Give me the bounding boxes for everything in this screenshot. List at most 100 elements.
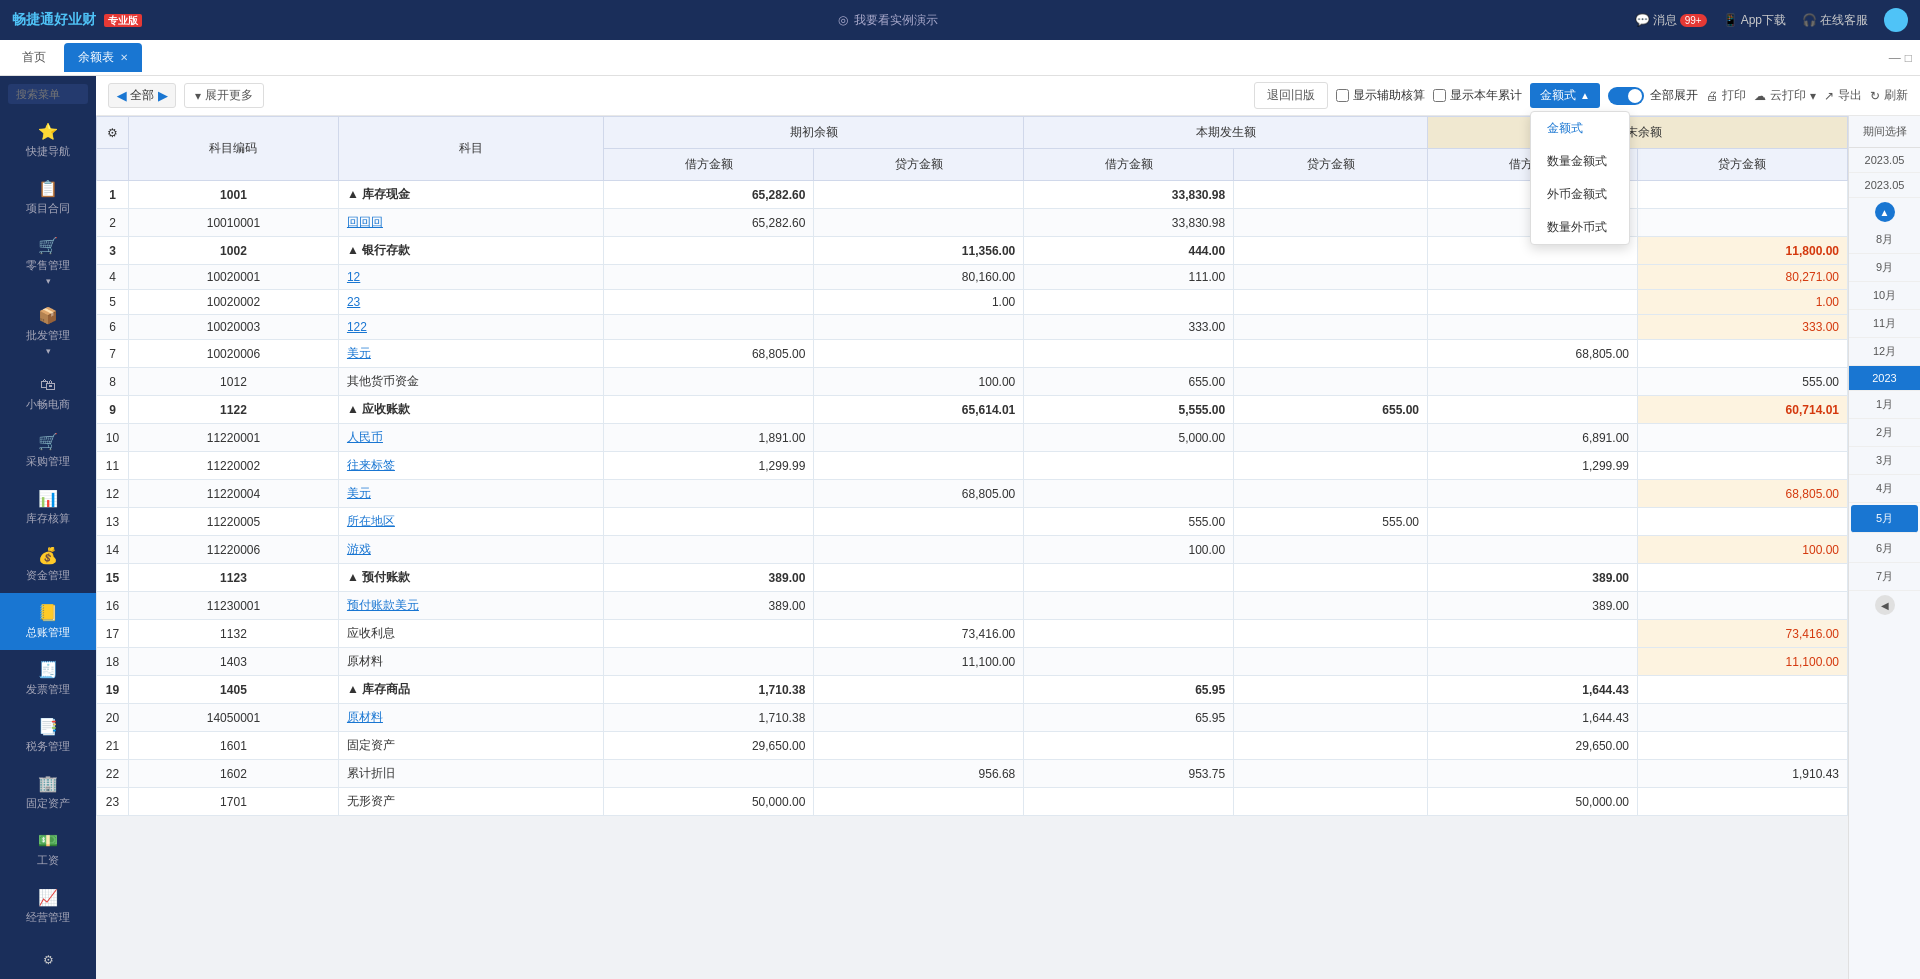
- assets-icon: 🏢: [38, 774, 58, 793]
- period-11[interactable]: 11月: [1849, 310, 1920, 338]
- table-row-cur-credit: [1234, 704, 1428, 732]
- sidebar-item-assets[interactable]: 🏢 固定资产: [0, 764, 96, 821]
- period-2023-05-1[interactable]: 2023.05: [1849, 148, 1920, 173]
- show-auxiliary-check[interactable]: 显示辅助核算: [1336, 87, 1425, 104]
- sidebar-item-inventory[interactable]: 📊 库存核算: [0, 479, 96, 536]
- demo-link[interactable]: ◎ 我要看实例演示: [838, 12, 938, 29]
- minimize-icon[interactable]: —: [1889, 51, 1901, 65]
- period-2023-05-2[interactable]: 2023.05: [1849, 173, 1920, 198]
- col-begin-debit-header: 借方金额: [604, 149, 814, 181]
- sidebar-item-retail[interactable]: 🛒 零售管理 ▾: [0, 226, 96, 296]
- table-row-num: 22: [97, 760, 129, 788]
- period-1[interactable]: 1月: [1849, 391, 1920, 419]
- table-row-code: 10020003: [129, 315, 339, 340]
- table-row-subject[interactable]: 所在地区: [338, 508, 603, 536]
- search-input[interactable]: [8, 84, 88, 104]
- period-7[interactable]: 7月: [1849, 563, 1920, 591]
- table-row-code: 1122: [129, 396, 339, 424]
- table-row-subject[interactable]: 人民币: [338, 424, 603, 452]
- tab-balance-sheet[interactable]: 余额表 ✕: [64, 43, 142, 72]
- tab-close-icon[interactable]: ✕: [120, 52, 128, 63]
- sidebar-item-quicknav[interactable]: ⭐ 快捷导航: [0, 112, 96, 169]
- table-row-begin-credit: [814, 181, 1024, 209]
- mode-option-foreign-amount[interactable]: 外币金额式: [1531, 178, 1629, 211]
- table-row-cur-debit: [1024, 290, 1234, 315]
- app-download-btn[interactable]: 📱 App下载: [1723, 12, 1786, 29]
- table-row-end-debit: [1428, 620, 1638, 648]
- table-row-cur-debit: 33,830.98: [1024, 209, 1234, 237]
- mode-dropdown-btn[interactable]: 金额式 ▲: [1530, 83, 1600, 108]
- online-service-btn[interactable]: 🎧 在线客服: [1802, 12, 1868, 29]
- period-4[interactable]: 4月: [1849, 475, 1920, 503]
- table-row-begin-credit: 100.00: [814, 368, 1024, 396]
- table-row-subject[interactable]: 美元: [338, 340, 603, 368]
- period-year-2023[interactable]: 2023: [1849, 366, 1920, 391]
- table-row-code: 10020002: [129, 290, 339, 315]
- sidebar-item-tax[interactable]: 📑 税务管理: [0, 707, 96, 764]
- period-3[interactable]: 3月: [1849, 447, 1920, 475]
- table-row-code: 11220006: [129, 536, 339, 564]
- period-up-nav[interactable]: ▲: [1849, 198, 1920, 226]
- sidebar-item-payroll[interactable]: 💵 工资: [0, 821, 96, 878]
- sidebar-item-purchase[interactable]: 🛒 采购管理: [0, 422, 96, 479]
- table-row-subject: 无形资产: [338, 788, 603, 816]
- expand-more-btn[interactable]: ▾ 展开更多: [184, 83, 264, 108]
- settings-icon[interactable]: ⚙: [43, 953, 54, 967]
- tab-home[interactable]: 首页: [8, 43, 60, 72]
- mode-option-qty-amount[interactable]: 数量金额式: [1531, 145, 1629, 178]
- expand-all-toggle[interactable]: 全部展开: [1608, 87, 1698, 105]
- period-5[interactable]: 5月: [1851, 505, 1918, 533]
- sidebar-item-ecommerce[interactable]: 🛍 小畅电商: [0, 366, 96, 422]
- col-settings-header[interactable]: ⚙: [97, 117, 129, 149]
- message-btn[interactable]: 💬 消息 99+: [1635, 12, 1707, 29]
- sidebar-item-operations[interactable]: 📈 经营管理: [0, 878, 96, 935]
- sidebar-settings[interactable]: ⚙: [0, 941, 96, 979]
- table-row-subject[interactable]: 预付账款美元: [338, 592, 603, 620]
- period-collapse-btn[interactable]: ◀: [1875, 595, 1895, 615]
- sidebar-item-ledger[interactable]: 📒 总账管理: [0, 593, 96, 650]
- table-row-subject[interactable]: 12: [338, 265, 603, 290]
- table-row-cur-credit: [1234, 564, 1428, 592]
- breadcrumb-forward-icon[interactable]: ▶: [158, 89, 167, 103]
- ytd-checkbox[interactable]: [1433, 89, 1446, 102]
- period-up-btn[interactable]: ▲: [1875, 202, 1895, 222]
- col-rownum-header: [97, 149, 129, 181]
- refresh-btn[interactable]: ↻ 刷新: [1870, 87, 1908, 104]
- sidebar-item-project[interactable]: 📋 项目合同: [0, 169, 96, 226]
- period-10[interactable]: 10月: [1849, 282, 1920, 310]
- mode-option-qty-foreign[interactable]: 数量外币式: [1531, 211, 1629, 244]
- user-avatar[interactable]: [1884, 8, 1908, 32]
- period-6[interactable]: 6月: [1849, 535, 1920, 563]
- table-row-subject[interactable]: 游戏: [338, 536, 603, 564]
- period-9[interactable]: 9月: [1849, 254, 1920, 282]
- breadcrumb-back-icon[interactable]: ◀: [117, 89, 126, 103]
- table-row-subject[interactable]: 23: [338, 290, 603, 315]
- table-row-code: 11220004: [129, 480, 339, 508]
- breadcrumb[interactable]: ◀ 全部 ▶: [108, 83, 176, 108]
- operations-icon: 📈: [38, 888, 58, 907]
- period-panel-title: 期间选择: [1849, 116, 1920, 148]
- table-row-cur-credit: [1234, 760, 1428, 788]
- table-row-num: 6: [97, 315, 129, 340]
- auxiliary-checkbox[interactable]: [1336, 89, 1349, 102]
- table-row-code: 10020006: [129, 340, 339, 368]
- sidebar-item-funds[interactable]: 💰 资金管理: [0, 536, 96, 593]
- print-btn[interactable]: 🖨 打印: [1706, 87, 1746, 104]
- period-12[interactable]: 12月: [1849, 338, 1920, 366]
- table-row-subject[interactable]: 122: [338, 315, 603, 340]
- cloud-print-btn[interactable]: ☁ 云打印 ▾: [1754, 87, 1816, 104]
- period-8[interactable]: 8月: [1849, 226, 1920, 254]
- table-row-subject[interactable]: 原材料: [338, 704, 603, 732]
- export-btn[interactable]: ↗ 导出: [1824, 87, 1862, 104]
- show-ytd-check[interactable]: 显示本年累计: [1433, 87, 1522, 104]
- return-old-btn[interactable]: 退回旧版: [1254, 82, 1328, 109]
- maximize-icon[interactable]: □: [1905, 51, 1912, 65]
- period-2[interactable]: 2月: [1849, 419, 1920, 447]
- table-row-subject[interactable]: 往来标签: [338, 452, 603, 480]
- mode-option-amount[interactable]: 金额式: [1531, 112, 1629, 145]
- sidebar-item-wholesale[interactable]: 📦 批发管理 ▾: [0, 296, 96, 366]
- sidebar-item-invoice[interactable]: 🧾 发票管理: [0, 650, 96, 707]
- toggle-control[interactable]: [1608, 87, 1644, 105]
- table-row-subject[interactable]: 回回回: [338, 209, 603, 237]
- table-row-subject[interactable]: 美元: [338, 480, 603, 508]
